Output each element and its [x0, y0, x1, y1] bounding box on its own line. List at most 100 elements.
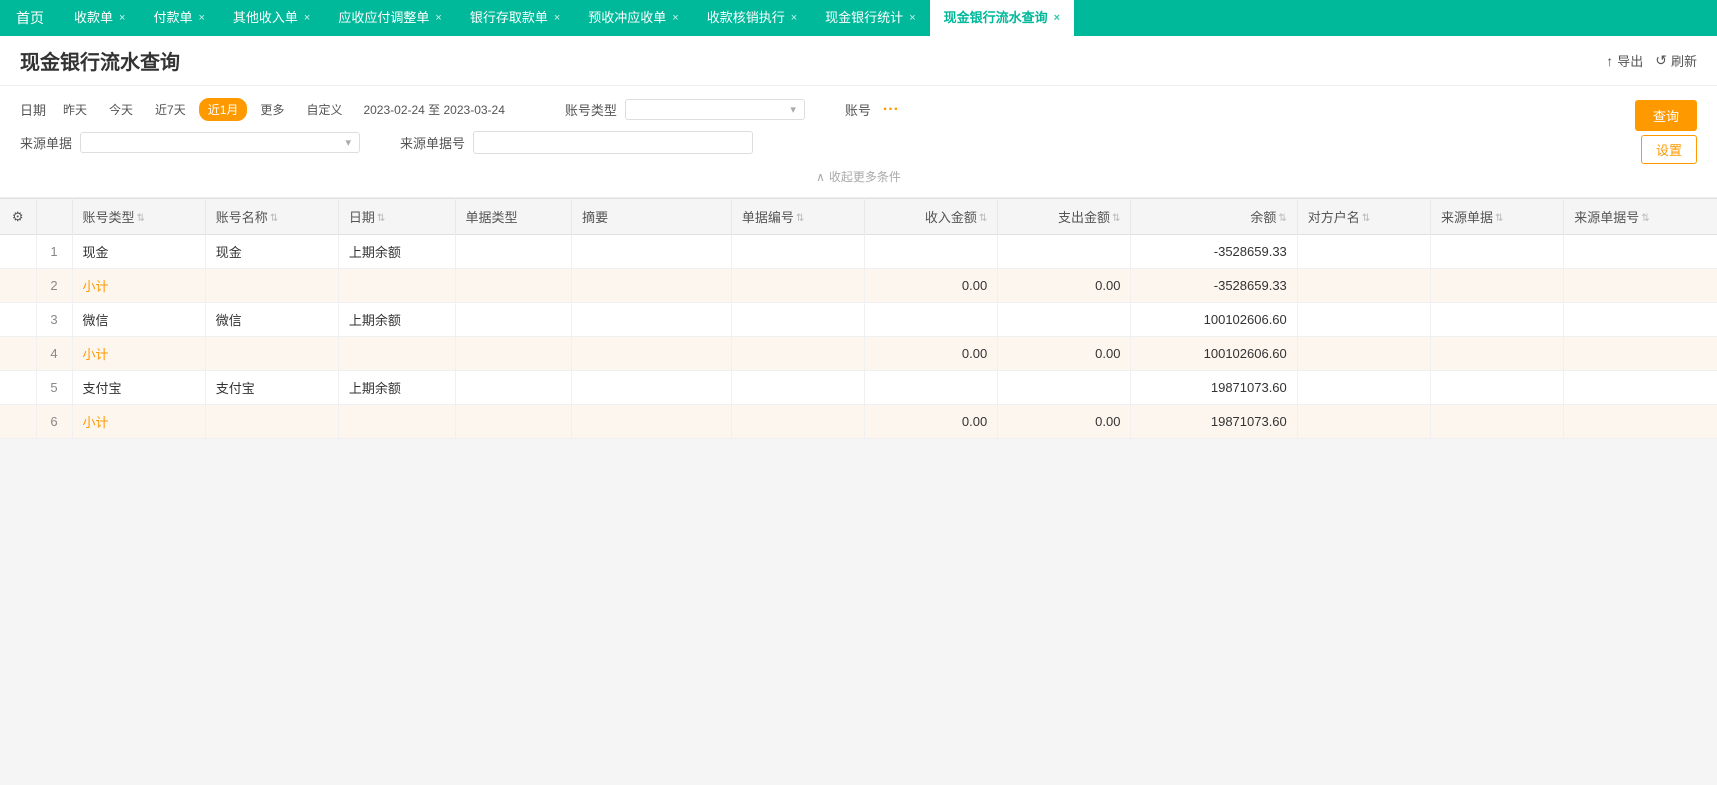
doc-type-cell — [455, 303, 572, 337]
close-tab-icon[interactable]: × — [672, 0, 678, 36]
source-doc-cell — [1430, 337, 1563, 371]
date-cell — [338, 269, 455, 303]
settings-button[interactable]: 设置 — [1641, 135, 1697, 164]
balance-cell: -3528659.33 — [1131, 269, 1297, 303]
income-cell: 0.00 — [865, 405, 998, 439]
account-ellipsis-button[interactable]: ··· — [879, 101, 903, 119]
col-expense[interactable]: 支出金额⇅ — [998, 199, 1131, 235]
source-doc-num-cell — [1564, 303, 1717, 337]
source-doc-num-cell — [1564, 405, 1717, 439]
col-source-doc[interactable]: 来源单据⇅ — [1430, 199, 1563, 235]
date-option-近1月[interactable]: 近1月 — [199, 98, 248, 121]
account-type-label: 账号类型 — [565, 100, 617, 119]
col-source-doc-num[interactable]: 来源单据号⇅ — [1564, 199, 1717, 235]
nav-tab-其他收入单[interactable]: 其他收入单× — [219, 0, 324, 36]
source-doc-num-cell — [1564, 235, 1717, 269]
export-icon: ↑ — [1606, 53, 1613, 69]
refresh-button[interactable]: ↺ 刷新 — [1655, 51, 1697, 70]
nav-tab-收款核销执行[interactable]: 收款核销执行× — [693, 0, 811, 36]
close-tab-icon[interactable]: × — [1054, 0, 1060, 36]
col-counterpart[interactable]: 对方户名⇅ — [1297, 199, 1430, 235]
income-cell — [865, 371, 998, 405]
nav-tab-付款单[interactable]: 付款单× — [139, 0, 218, 36]
account-type-cell: 小计 — [72, 337, 205, 371]
account-type-cell: 微信 — [72, 303, 205, 337]
close-tab-icon[interactable]: × — [119, 0, 125, 36]
doc-type-cell — [455, 405, 572, 439]
sort-icon: ⇅ — [1278, 213, 1286, 224]
chevron-down-icon: ▾ — [790, 103, 796, 116]
nav-tab-收款单[interactable]: 收款单× — [60, 0, 139, 36]
col-summary: 摘要 — [572, 199, 732, 235]
doc-num-cell — [731, 303, 864, 337]
col-source-doc-num-label: 来源单据号 — [1574, 210, 1639, 225]
account-type-cell: 现金 — [72, 235, 205, 269]
account-type-cell: 小计 — [72, 269, 205, 303]
table-row: 2小计0.000.00-3528659.33 — [0, 269, 1717, 303]
nav-tab-应收应付调整单[interactable]: 应收应付调整单× — [324, 0, 455, 36]
close-tab-icon[interactable]: × — [304, 0, 310, 36]
counterpart-cell — [1297, 405, 1430, 439]
close-tab-icon[interactable]: × — [791, 0, 797, 36]
table-header-row: ⚙ 账号类型⇅ 账号名称⇅ 日期⇅ 单据类型 摘要 单据编号⇅ 收入金额⇅ 支出… — [0, 199, 1717, 235]
source-doc-cell — [1430, 405, 1563, 439]
filter-actions: 查询 设置 — [1635, 98, 1697, 164]
balance-cell: 100102606.60 — [1131, 337, 1297, 371]
col-account-type-label: 账号类型 — [83, 210, 135, 225]
date-option-今天[interactable]: 今天 — [100, 98, 142, 121]
col-income[interactable]: 收入金额⇅ — [865, 199, 998, 235]
close-tab-icon[interactable]: × — [909, 0, 915, 36]
summary-cell — [572, 371, 732, 405]
refresh-icon: ↺ — [1655, 52, 1667, 69]
doc-num-cell — [731, 371, 864, 405]
table-settings-col[interactable]: ⚙ — [0, 199, 36, 235]
col-counterpart-label: 对方户名 — [1308, 210, 1360, 225]
query-button[interactable]: 查询 — [1635, 100, 1697, 131]
sort-icon: ⇅ — [1362, 213, 1370, 224]
nav-tabs: 收款单×付款单×其他收入单×应收应付调整单×银行存取款单×预收冲应收单×收款核销… — [60, 0, 1074, 36]
close-tab-icon[interactable]: × — [198, 0, 204, 36]
counterpart-cell — [1297, 337, 1430, 371]
source-doc-num-input[interactable] — [473, 131, 753, 154]
date-option-自定义[interactable]: 自定义 — [297, 98, 351, 121]
nav-tab-现金银行统计[interactable]: 现金银行统计× — [811, 0, 929, 36]
account-name-cell: 支付宝 — [205, 371, 338, 405]
source-doc-select[interactable]: ▾ — [80, 132, 360, 153]
close-tab-icon[interactable]: × — [435, 0, 441, 36]
col-balance[interactable]: 余额⇅ — [1131, 199, 1297, 235]
nav-tab-预收冲应收单[interactable]: 预收冲应收单× — [574, 0, 692, 36]
nav-home[interactable]: 首页 — [0, 0, 60, 36]
date-cell: 上期余额 — [338, 303, 455, 337]
table-row: 4小计0.000.00100102606.60 — [0, 337, 1717, 371]
close-tab-icon[interactable]: × — [554, 0, 560, 36]
date-option-更多[interactable]: 更多 — [251, 98, 293, 121]
sort-icon: ⇅ — [1112, 213, 1120, 224]
table-container: ⚙ 账号类型⇅ 账号名称⇅ 日期⇅ 单据类型 摘要 单据编号⇅ 收入金额⇅ 支出… — [0, 198, 1717, 439]
nav-tab-银行存取款单[interactable]: 银行存取款单× — [456, 0, 574, 36]
col-account-name-label: 账号名称 — [216, 210, 268, 225]
summary-cell — [572, 405, 732, 439]
col-account-name[interactable]: 账号名称⇅ — [205, 199, 338, 235]
row-num-cell: 1 — [36, 235, 72, 269]
account-name-cell — [205, 405, 338, 439]
export-button[interactable]: ↑ 导出 — [1606, 51, 1643, 70]
sort-icon: ⇅ — [1641, 213, 1649, 224]
col-doc-num[interactable]: 单据编号⇅ — [731, 199, 864, 235]
doc-type-cell — [455, 269, 572, 303]
row-num-cell: 3 — [36, 303, 72, 337]
row-action-cell — [0, 269, 36, 303]
collapse-conditions-button[interactable]: ∧ 收起更多条件 — [20, 164, 1697, 189]
col-account-type[interactable]: 账号类型⇅ — [72, 199, 205, 235]
col-doc-num-label: 单据编号 — [742, 210, 794, 225]
source-doc-cell — [1430, 303, 1563, 337]
nav-tab-现金银行流水查询[interactable]: 现金银行流水查询× — [930, 0, 1074, 36]
table-row: 1现金现金上期余额-3528659.33 — [0, 235, 1717, 269]
account-type-select[interactable]: ▾ — [625, 99, 805, 120]
col-date-label: 日期 — [349, 210, 375, 225]
date-option-近7天[interactable]: 近7天 — [146, 98, 195, 121]
source-doc-filter-group: 来源单据 ▾ — [20, 132, 360, 153]
date-option-昨天[interactable]: 昨天 — [54, 98, 96, 121]
account-filter-group: 账号 ··· — [845, 100, 903, 119]
date-options: 昨天今天近7天近1月更多自定义 — [54, 98, 351, 121]
col-date[interactable]: 日期⇅ — [338, 199, 455, 235]
